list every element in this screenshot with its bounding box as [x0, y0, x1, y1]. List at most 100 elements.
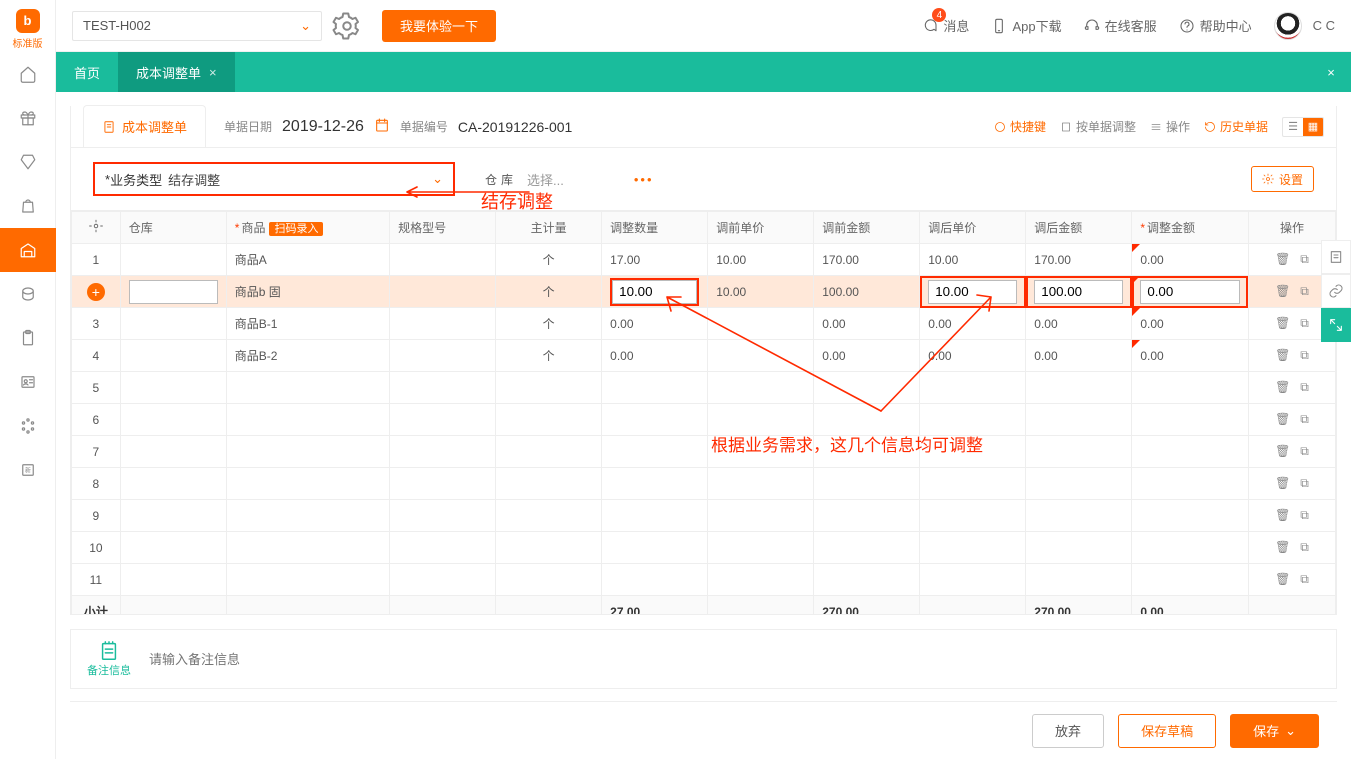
nav-gift-icon[interactable] [0, 96, 56, 140]
col-adj-amt: *调整金额 [1132, 212, 1249, 244]
business-type-select[interactable]: * 业务类型 结存调整 ⌄ [93, 162, 455, 196]
doc-no-label: 单据编号 [400, 118, 448, 135]
more-icon[interactable]: ••• [634, 172, 654, 187]
scan-chip[interactable]: 扫码录入 [269, 222, 323, 236]
org-select[interactable]: TEST-H002 ⌄ [72, 11, 322, 41]
calendar-icon[interactable] [374, 117, 390, 136]
view-toggle[interactable]: ☰▦ [1282, 117, 1324, 137]
discard-button[interactable]: 放弃 [1032, 714, 1104, 748]
delete-icon[interactable]: 🗑 [1275, 380, 1290, 395]
help-link[interactable]: 帮助中心 [1179, 16, 1252, 35]
copy-icon[interactable]: ⧉ [1300, 508, 1309, 523]
add-row-icon[interactable]: + [87, 283, 105, 301]
logo: b 标准版 [0, 6, 56, 52]
col-gear[interactable] [72, 212, 121, 244]
copy-icon[interactable]: ⧉ [1300, 540, 1309, 555]
col-ops: 操作 [1248, 212, 1335, 244]
subtotal-label: 小计 [72, 596, 121, 615]
nav-clipboard-icon[interactable] [0, 316, 56, 360]
remark-icon: 备注信息 [87, 640, 131, 678]
copy-icon[interactable]: ⧉ [1300, 444, 1309, 459]
adj-amt-input[interactable] [1140, 280, 1240, 304]
delete-icon[interactable]: 🗑 [1275, 348, 1290, 363]
nav-home-icon[interactable] [0, 52, 56, 96]
svg-text:新: 新 [24, 466, 30, 474]
date-value[interactable]: 2019-12-26 [282, 118, 364, 136]
app-download-link[interactable]: App下载 [991, 16, 1061, 35]
table-row[interactable]: 4商品B-2个0.000.000.000.000.00🗑⧉ [72, 340, 1336, 372]
delete-icon[interactable]: 🗑 [1275, 252, 1290, 267]
col-pre-amt: 调前金额 [814, 212, 920, 244]
post-price-input[interactable] [928, 280, 1017, 304]
copy-icon[interactable]: ⧉ [1300, 476, 1309, 491]
hotkey-chip[interactable]: 快捷键 [994, 118, 1046, 135]
nav-diamond-icon[interactable] [0, 140, 56, 184]
remark-input[interactable] [149, 652, 1320, 667]
copy-icon[interactable]: ⧉ [1300, 348, 1309, 363]
settings-icon[interactable] [332, 11, 362, 41]
config-button[interactable]: 设置 [1251, 166, 1314, 192]
nav-new-icon[interactable]: 新 [0, 448, 56, 492]
chevron-down-icon: ⌄ [300, 18, 311, 34]
avatar [1274, 12, 1302, 40]
messages-link[interactable]: 消息 4 [922, 16, 969, 35]
right-rail [1321, 240, 1351, 342]
delete-icon[interactable]: 🗑 [1275, 444, 1290, 459]
rail-note-icon[interactable] [1321, 240, 1351, 274]
delete-icon[interactable]: 🗑 [1275, 284, 1290, 299]
rail-expand-icon[interactable] [1321, 308, 1351, 342]
post-amt-input[interactable] [1034, 280, 1123, 304]
delete-icon[interactable]: 🗑 [1275, 572, 1290, 587]
subtotal-adj-amt: 0.00 [1132, 596, 1249, 615]
tab-home[interactable]: 首页 [56, 52, 118, 92]
tabbar: 首页 成本调整单× × [56, 52, 1351, 92]
qty-input[interactable] [612, 280, 697, 304]
remark-bar: 备注信息 [70, 629, 1337, 689]
col-qty: 调整数量 [602, 212, 708, 244]
subtotal-post-amt: 270.00 [1026, 596, 1132, 615]
nav-warehouse-icon[interactable] [0, 228, 56, 272]
table-row[interactable]: 11🗑⧉ [72, 564, 1336, 596]
copy-icon[interactable]: ⧉ [1300, 380, 1309, 395]
table-row[interactable]: 8🗑⧉ [72, 468, 1336, 500]
tab-cost-adjust[interactable]: 成本调整单× [118, 52, 235, 92]
table-row[interactable]: 1商品A个17.0010.00170.0010.00170.000.00🗑⧉ [72, 244, 1336, 276]
delete-icon[interactable]: 🗑 [1275, 540, 1290, 555]
cta-button[interactable]: 我要体验一下 [382, 10, 496, 42]
table-row[interactable]: 10🗑⧉ [72, 532, 1336, 564]
date-label: 单据日期 [224, 118, 272, 135]
copy-icon[interactable]: ⧉ [1300, 572, 1309, 587]
save-button[interactable]: 保存⌄ [1230, 714, 1319, 748]
doc-type-tab[interactable]: 成本调整单 [83, 105, 206, 147]
warehouse-input[interactable] [129, 280, 218, 304]
warehouse-select[interactable]: 仓库 选择... [485, 170, 564, 189]
table-row[interactable]: 9🗑⧉ [72, 500, 1336, 532]
save-draft-button[interactable]: 保存草稿 [1118, 714, 1216, 748]
close-icon[interactable]: × [209, 65, 217, 80]
copy-icon[interactable]: ⧉ [1300, 252, 1309, 267]
table-row[interactable]: 3商品B-1个0.000.000.000.000.00🗑⧉ [72, 308, 1336, 340]
rail-link-icon[interactable] [1321, 274, 1351, 308]
copy-icon[interactable]: ⧉ [1300, 284, 1309, 299]
nav-loading-icon[interactable] [0, 404, 56, 448]
copy-icon[interactable]: ⧉ [1300, 412, 1309, 427]
col-post-price: 调后单价 [920, 212, 1026, 244]
table-row[interactable]: +商品b 固个10.00100.00🗑⧉ [72, 276, 1336, 308]
table-row[interactable]: 7🗑⧉ [72, 436, 1336, 468]
delete-icon[interactable]: 🗑 [1275, 316, 1290, 331]
user-menu[interactable]: C C [1274, 12, 1335, 40]
delete-icon[interactable]: 🗑 [1275, 412, 1290, 427]
table-row[interactable]: 5🗑⧉ [72, 372, 1336, 404]
per-doc-chip[interactable]: 按单据调整 [1060, 118, 1136, 135]
table-row[interactable]: 6🗑⧉ [72, 404, 1336, 436]
history-chip[interactable]: 历史单据 [1204, 118, 1268, 135]
delete-icon[interactable]: 🗑 [1275, 476, 1290, 491]
panel-close-icon[interactable]: × [1311, 52, 1351, 92]
copy-icon[interactable]: ⧉ [1300, 316, 1309, 331]
nav-money-icon[interactable] [0, 272, 56, 316]
ops-chip[interactable]: 操作 [1150, 118, 1190, 135]
nav-user-card-icon[interactable] [0, 360, 56, 404]
delete-icon[interactable]: 🗑 [1275, 508, 1290, 523]
nav-bag-icon[interactable] [0, 184, 56, 228]
service-link[interactable]: 在线客服 [1084, 16, 1157, 35]
